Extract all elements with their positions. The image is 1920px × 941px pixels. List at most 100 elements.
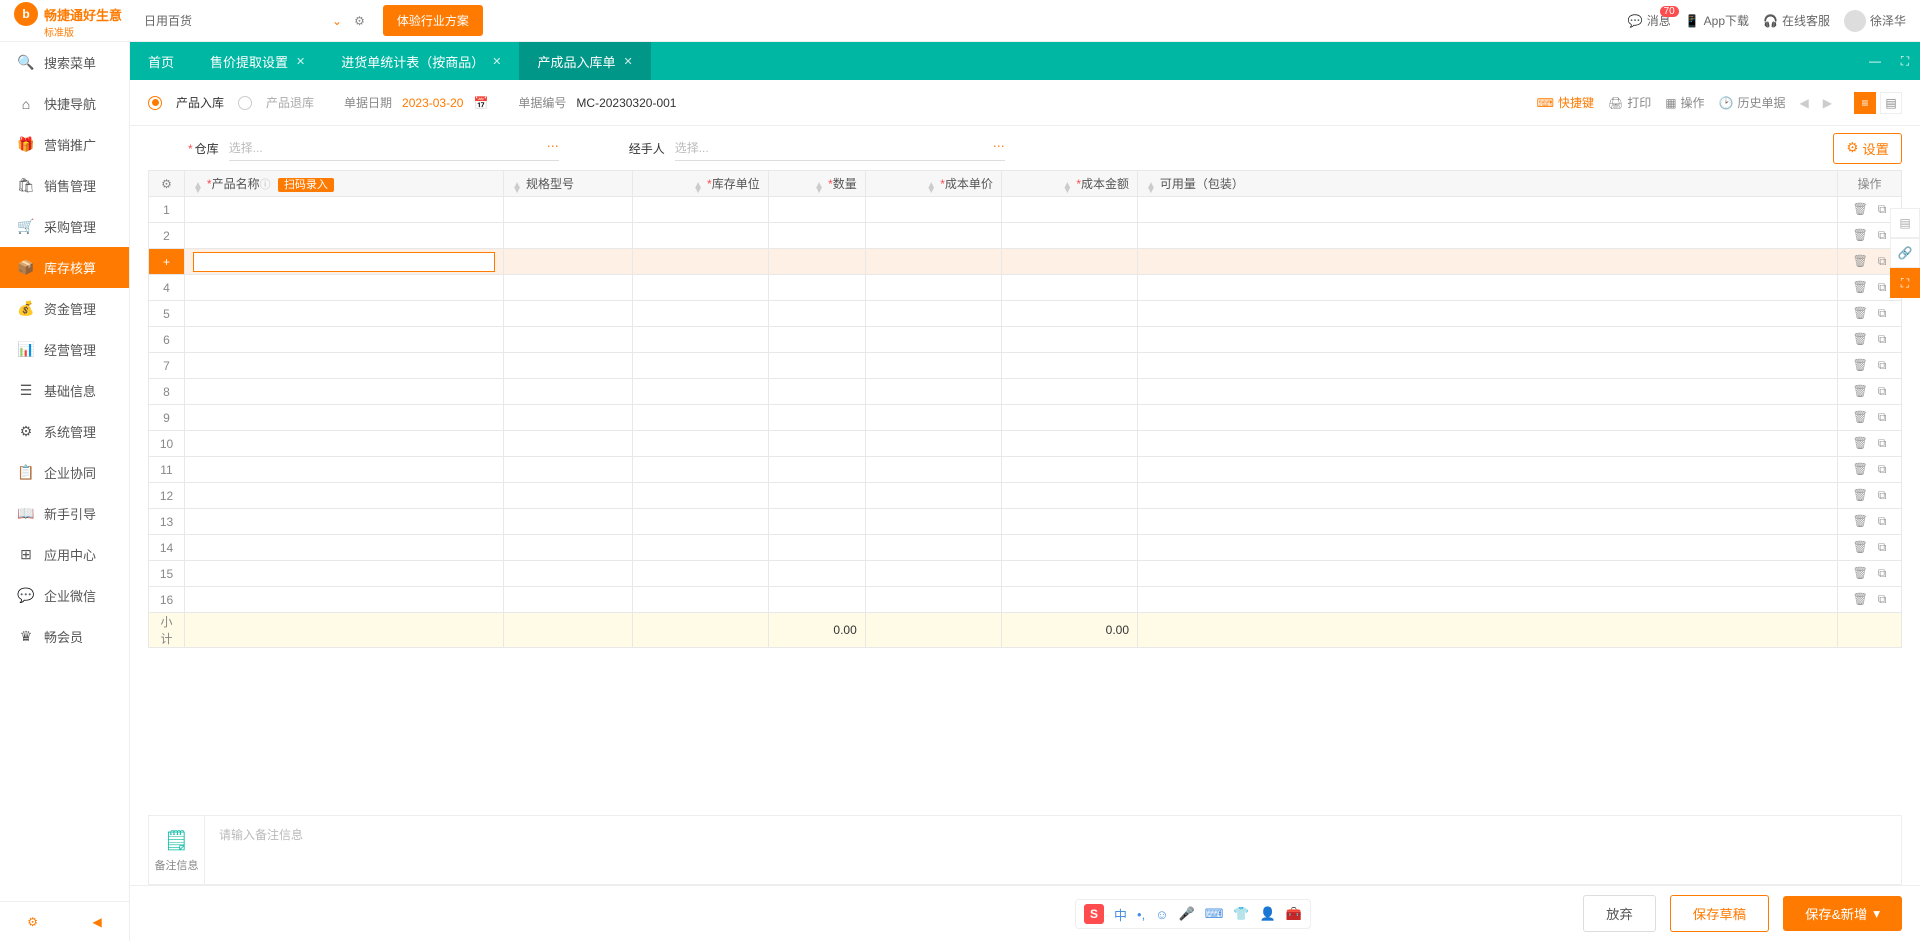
cell-product[interactable] [185, 535, 504, 561]
cell-available[interactable] [1138, 249, 1838, 275]
cell-qty[interactable] [768, 483, 865, 509]
cell-available[interactable] [1138, 275, 1838, 301]
cell-unit[interactable] [632, 483, 768, 509]
cell-amount[interactable] [1001, 483, 1137, 509]
cell-spec[interactable] [504, 353, 633, 379]
copy-icon[interactable]: ⧉ [1878, 540, 1887, 555]
cell-product[interactable] [185, 561, 504, 587]
ime-toolbox-icon[interactable]: 🧰 [1286, 906, 1302, 922]
delete-icon[interactable]: 🗑 [1853, 384, 1868, 399]
cell-qty[interactable] [768, 535, 865, 561]
cell-qty[interactable] [768, 457, 865, 483]
col-unit[interactable]: ▲▼*库存单位 [632, 171, 768, 197]
shortcut-button[interactable]: ⌨快捷键 [1537, 94, 1594, 111]
cell-spec[interactable] [504, 249, 633, 275]
cell-product[interactable] [185, 327, 504, 353]
settings-icon[interactable]: ⚙ [27, 915, 38, 929]
cell-spec[interactable] [504, 405, 633, 431]
cell-price[interactable] [865, 353, 1001, 379]
copy-icon[interactable]: ⧉ [1878, 592, 1887, 607]
cell-qty[interactable] [768, 587, 865, 613]
sidebar-item-14[interactable]: ♛畅会员 [0, 616, 129, 657]
cell-available[interactable] [1138, 301, 1838, 327]
cell-unit[interactable] [632, 197, 768, 223]
cell-spec[interactable] [504, 535, 633, 561]
cell-spec[interactable] [504, 327, 633, 353]
cell-spec[interactable] [504, 457, 633, 483]
cell-available[interactable] [1138, 587, 1838, 613]
cell-spec[interactable] [504, 509, 633, 535]
ime-keyboard-icon[interactable]: ⌨ [1205, 906, 1224, 922]
cell-unit[interactable] [632, 405, 768, 431]
save-draft-button[interactable]: 保存草稿 [1670, 895, 1769, 932]
cell-spec[interactable] [504, 431, 633, 457]
close-icon[interactable]: ✕ [492, 55, 501, 68]
copy-icon[interactable]: ⧉ [1878, 566, 1887, 581]
cell-qty[interactable] [768, 301, 865, 327]
ime-lang[interactable]: 中 [1114, 905, 1127, 924]
sidebar-item-1[interactable]: ⌂快捷导航 [0, 83, 129, 124]
table-row[interactable]: 5🗑⧉ [149, 301, 1902, 327]
gear-column-header[interactable]: ⚙ [149, 171, 185, 197]
delete-icon[interactable]: 🗑 [1853, 332, 1868, 347]
cell-unit[interactable] [632, 223, 768, 249]
col-qty[interactable]: ▲▼*数量 [768, 171, 865, 197]
cell-amount[interactable] [1001, 509, 1137, 535]
sidebar-item-12[interactable]: ⊞应用中心 [0, 534, 129, 575]
cell-price[interactable] [865, 379, 1001, 405]
delete-icon[interactable]: 🗑 [1853, 436, 1868, 451]
cell-product[interactable] [185, 249, 504, 275]
ime-toolbar[interactable]: S 中 •, ☺ 🎤 ⌨ 👕 👤 🧰 [1075, 899, 1311, 929]
operate-button[interactable]: ▦操作 [1665, 94, 1704, 111]
product-input[interactable] [193, 252, 495, 272]
cell-unit[interactable] [632, 249, 768, 275]
cell-spec[interactable] [504, 197, 633, 223]
cell-price[interactable] [865, 483, 1001, 509]
col-product[interactable]: ▲▼*产品名称ⓘ 扫码录入 [185, 171, 504, 197]
cell-unit[interactable] [632, 301, 768, 327]
copy-icon[interactable]: ⧉ [1878, 358, 1887, 373]
close-icon[interactable]: ✕ [624, 55, 633, 68]
delete-icon[interactable]: 🗑 [1853, 410, 1868, 425]
cell-amount[interactable] [1001, 223, 1137, 249]
cell-product[interactable] [185, 431, 504, 457]
cell-qty[interactable] [768, 405, 865, 431]
copy-icon[interactable]: ⧉ [1878, 306, 1887, 321]
tab-1[interactable]: 售价提取设置✕ [192, 42, 323, 80]
tab-3[interactable]: 产成品入库单✕ [519, 42, 650, 80]
sidebar-item-5[interactable]: 📦库存核算 [0, 247, 129, 288]
cell-unit[interactable] [632, 587, 768, 613]
tab-minimize-icon[interactable]: — [1860, 42, 1890, 80]
cell-price[interactable] [865, 301, 1001, 327]
table-row[interactable]: 9🗑⧉ [149, 405, 1902, 431]
cell-amount[interactable] [1001, 535, 1137, 561]
table-row[interactable]: 10🗑⧉ [149, 431, 1902, 457]
view-card-icon[interactable]: ▤ [1880, 92, 1902, 114]
copy-icon[interactable]: ⧉ [1878, 332, 1887, 347]
online-service-button[interactable]: 🎧 在线客服 [1763, 12, 1830, 29]
cell-price[interactable] [865, 223, 1001, 249]
cell-product[interactable] [185, 405, 504, 431]
ime-skin-icon[interactable]: 👕 [1233, 906, 1249, 922]
table-row[interactable]: 2🗑⧉ [149, 223, 1902, 249]
table-row[interactable]: 14🗑⧉ [149, 535, 1902, 561]
messages-button[interactable]: 💬 消息 70 [1628, 12, 1671, 29]
cell-product[interactable] [185, 353, 504, 379]
sidebar-item-3[interactable]: 🛍销售管理 [0, 165, 129, 206]
sidebar-item-13[interactable]: 💬企业微信 [0, 575, 129, 616]
cell-price[interactable] [865, 509, 1001, 535]
table-row[interactable]: 6🗑⧉ [149, 327, 1902, 353]
cell-qty[interactable] [768, 379, 865, 405]
cell-price[interactable] [865, 457, 1001, 483]
warehouse-select[interactable]: 选择... ⋯ [229, 135, 559, 161]
settings-button[interactable]: ⚙设置 [1833, 133, 1902, 164]
cell-amount[interactable] [1001, 275, 1137, 301]
cell-available[interactable] [1138, 457, 1838, 483]
date-value[interactable]: 2023-03-20 [402, 96, 463, 110]
cell-product[interactable] [185, 509, 504, 535]
view-list-icon[interactable]: ≡ [1854, 92, 1876, 114]
delete-icon[interactable]: 🗑 [1853, 280, 1868, 295]
sidebar-item-11[interactable]: 📖新手引导 [0, 493, 129, 534]
delete-icon[interactable]: 🗑 [1853, 228, 1868, 243]
cell-spec[interactable] [504, 483, 633, 509]
